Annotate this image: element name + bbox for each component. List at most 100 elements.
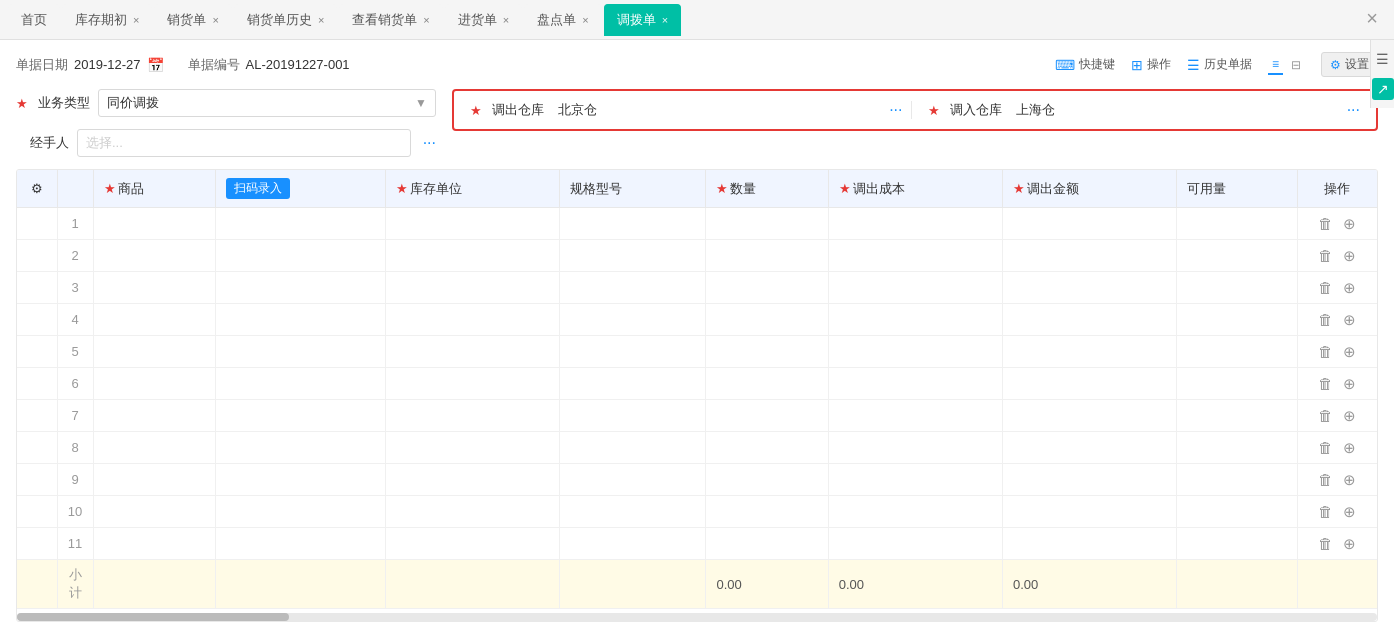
tab-sales-history[interactable]: 销货单历史 × [234, 4, 337, 36]
shortcuts-button[interactable]: ⌨ 快捷键 [1055, 56, 1115, 73]
row-product[interactable] [93, 208, 215, 240]
row-spec[interactable] [560, 432, 706, 464]
row-qty[interactable] [706, 272, 828, 304]
delete-icon[interactable]: 🗑 [1318, 503, 1333, 520]
tab-purchase-order[interactable]: 进货单 × [445, 4, 522, 36]
delete-icon[interactable]: 🗑 [1318, 439, 1333, 456]
copy-icon[interactable]: ⊕ [1343, 215, 1356, 233]
window-close-button[interactable]: × [1358, 4, 1386, 32]
tab-transfer[interactable]: 调拨单 × [604, 4, 681, 36]
row-qty[interactable] [706, 528, 828, 560]
delete-icon[interactable]: 🗑 [1318, 311, 1333, 328]
row-product[interactable] [93, 432, 215, 464]
delete-icon[interactable]: 🗑 [1318, 375, 1333, 392]
copy-icon[interactable]: ⊕ [1343, 471, 1356, 489]
copy-icon[interactable]: ⊕ [1343, 311, 1356, 329]
row-cost[interactable] [828, 432, 1002, 464]
row-qty[interactable] [706, 464, 828, 496]
row-spec[interactable] [560, 400, 706, 432]
row-cost[interactable] [828, 368, 1002, 400]
copy-icon[interactable]: ⊕ [1343, 343, 1356, 361]
copy-icon[interactable]: ⊕ [1343, 503, 1356, 521]
delete-icon[interactable]: 🗑 [1318, 471, 1333, 488]
tab-sales-order[interactable]: 销货单 × [154, 4, 231, 36]
layout-icon-1[interactable]: ≡ [1268, 55, 1283, 75]
copy-icon[interactable]: ⊕ [1343, 375, 1356, 393]
delete-icon[interactable]: 🗑 [1318, 247, 1333, 264]
row-qty[interactable] [706, 208, 828, 240]
row-qty[interactable] [706, 400, 828, 432]
sidebar-export-icon[interactable]: ↗ [1372, 78, 1394, 100]
row-qty[interactable] [706, 496, 828, 528]
col-scan[interactable]: 扫码录入 [215, 170, 385, 208]
row-unit[interactable] [385, 400, 559, 432]
tab-inventory-check[interactable]: 盘点单 × [524, 4, 601, 36]
row-qty[interactable] [706, 336, 828, 368]
row-amount[interactable] [1002, 368, 1176, 400]
row-amount[interactable] [1002, 432, 1176, 464]
calendar-icon[interactable]: 📅 [147, 57, 164, 73]
row-amount[interactable] [1002, 336, 1176, 368]
close-icon[interactable]: × [662, 14, 668, 26]
delete-icon[interactable]: 🗑 [1318, 279, 1333, 296]
sidebar-list-icon[interactable]: ☰ [1372, 48, 1394, 70]
row-qty[interactable] [706, 240, 828, 272]
row-product[interactable] [93, 496, 215, 528]
row-product[interactable] [93, 464, 215, 496]
copy-icon[interactable]: ⊕ [1343, 279, 1356, 297]
horizontal-scrollbar[interactable] [17, 613, 1377, 621]
close-icon[interactable]: × [133, 14, 139, 26]
close-icon[interactable]: × [423, 14, 429, 26]
copy-icon[interactable]: ⊕ [1343, 439, 1356, 457]
row-spec[interactable] [560, 464, 706, 496]
row-spec[interactable] [560, 368, 706, 400]
row-qty[interactable] [706, 432, 828, 464]
business-type-select[interactable]: 同价调拨 ▼ [98, 89, 436, 117]
row-spec[interactable] [560, 240, 706, 272]
handler-more-icon[interactable]: ··· [423, 134, 436, 152]
row-amount[interactable] [1002, 496, 1176, 528]
row-cost[interactable] [828, 272, 1002, 304]
row-product[interactable] [93, 304, 215, 336]
copy-icon[interactable]: ⊕ [1343, 407, 1356, 425]
copy-icon[interactable]: ⊕ [1343, 247, 1356, 265]
layout-icon-2[interactable]: ⊟ [1287, 56, 1305, 74]
delete-icon[interactable]: 🗑 [1318, 535, 1333, 552]
scroll-thumb[interactable] [17, 613, 289, 621]
row-qty[interactable] [706, 304, 828, 336]
row-unit[interactable] [385, 208, 559, 240]
close-icon[interactable]: × [318, 14, 324, 26]
row-cost[interactable] [828, 336, 1002, 368]
delete-icon[interactable]: 🗑 [1318, 407, 1333, 424]
delete-icon[interactable]: 🗑 [1318, 215, 1333, 232]
row-product[interactable] [93, 272, 215, 304]
tab-view-sales[interactable]: 查看销货单 × [339, 4, 442, 36]
row-spec[interactable] [560, 496, 706, 528]
row-spec[interactable] [560, 304, 706, 336]
row-product[interactable] [93, 240, 215, 272]
row-qty[interactable] [706, 368, 828, 400]
target-warehouse-more-icon[interactable]: ··· [1347, 101, 1360, 119]
row-product[interactable] [93, 528, 215, 560]
row-product[interactable] [93, 400, 215, 432]
row-unit[interactable] [385, 496, 559, 528]
row-unit[interactable] [385, 240, 559, 272]
row-unit[interactable] [385, 464, 559, 496]
row-cost[interactable] [828, 496, 1002, 528]
row-amount[interactable] [1002, 304, 1176, 336]
row-unit[interactable] [385, 528, 559, 560]
scan-button[interactable]: 扫码录入 [226, 178, 290, 199]
row-cost[interactable] [828, 400, 1002, 432]
row-unit[interactable] [385, 368, 559, 400]
close-icon[interactable]: × [582, 14, 588, 26]
row-cost[interactable] [828, 464, 1002, 496]
history-button[interactable]: ☰ 历史单据 [1187, 56, 1252, 73]
row-cost[interactable] [828, 304, 1002, 336]
row-spec[interactable] [560, 272, 706, 304]
operations-button[interactable]: ⊞ 操作 [1131, 56, 1171, 73]
row-unit[interactable] [385, 336, 559, 368]
tab-inventory-init[interactable]: 库存期初 × [62, 4, 152, 36]
row-amount[interactable] [1002, 528, 1176, 560]
row-amount[interactable] [1002, 208, 1176, 240]
row-unit[interactable] [385, 432, 559, 464]
